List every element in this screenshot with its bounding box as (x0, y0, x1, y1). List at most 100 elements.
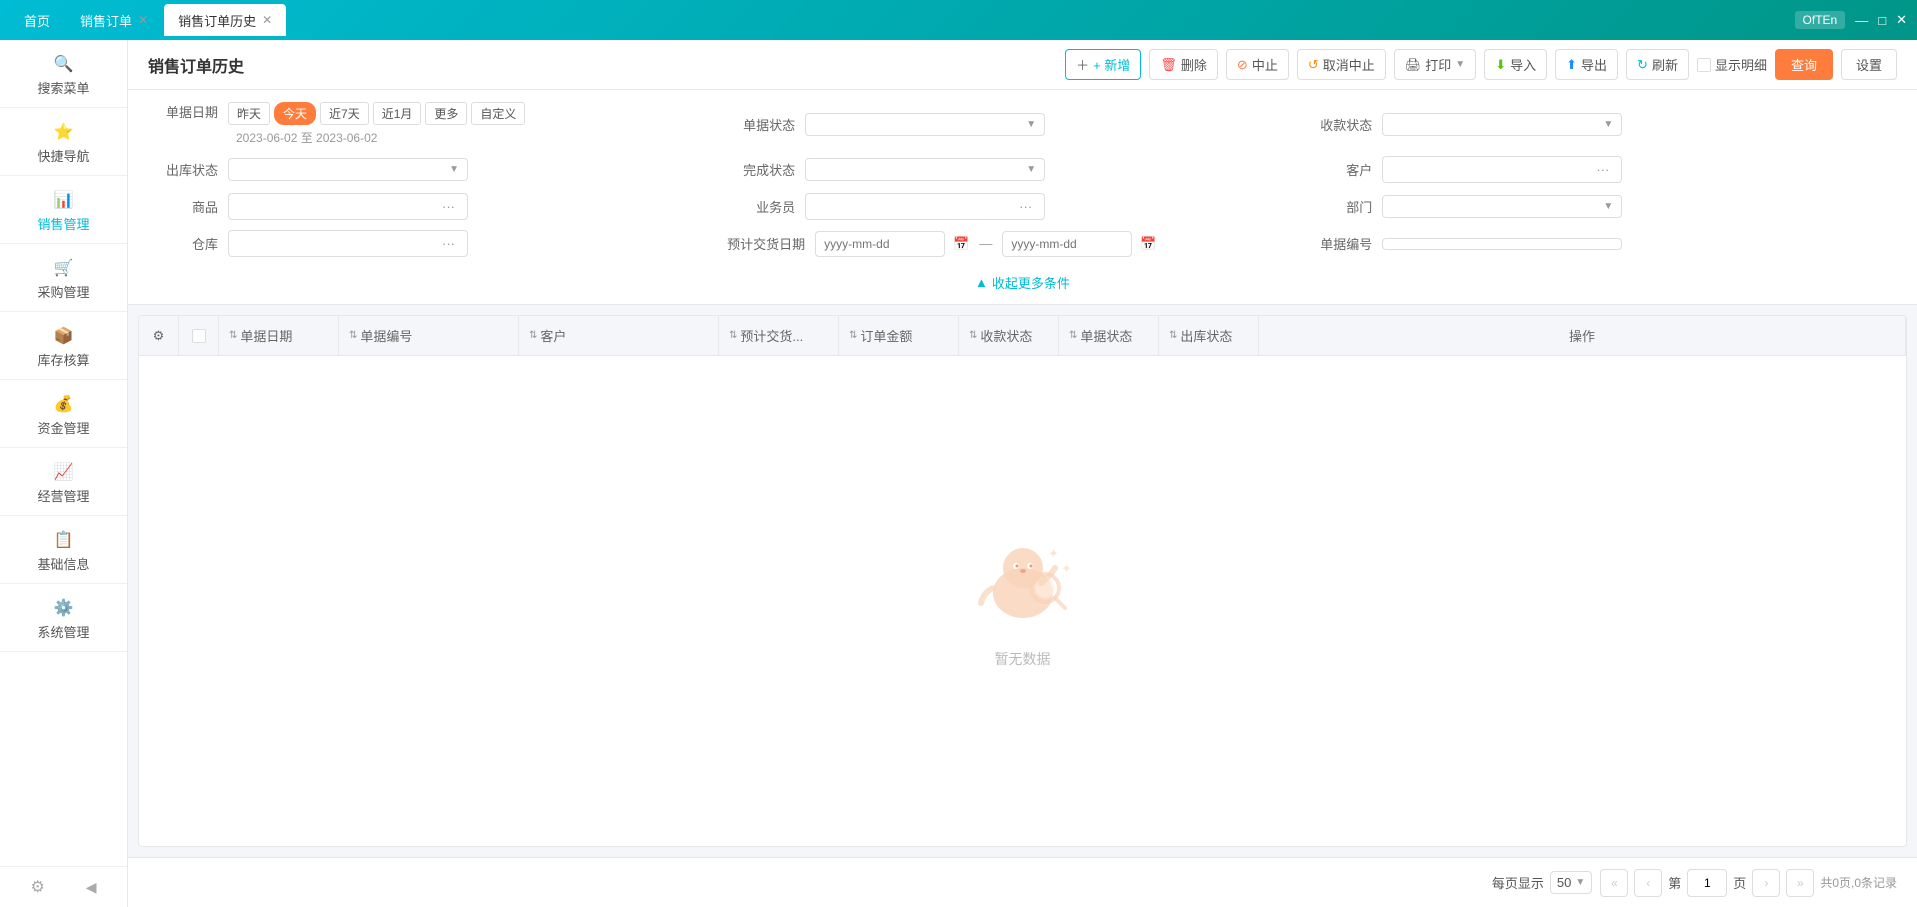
goods-input[interactable]: ··· (228, 193, 468, 220)
import-icon: ⬇ (1495, 57, 1506, 73)
customer-input[interactable]: ··· (1382, 156, 1622, 183)
settings-button[interactable]: 设置 (1841, 49, 1897, 80)
date-btn-today[interactable]: 今天 (274, 102, 316, 125)
sidebar-item-system-mgmt[interactable]: ⚙️ 系统管理 (0, 584, 127, 652)
sidebar-item-quick-nav[interactable]: ⭐ 快捷导航 (0, 108, 127, 176)
cancel-stop-button[interactable]: ↺ 取消中止 (1297, 49, 1386, 80)
page-size-dropdown[interactable]: 50 ▼ (1550, 871, 1592, 894)
goods-ellipsis[interactable]: ··· (438, 199, 459, 214)
sort-icon-date[interactable]: ⇅ (229, 330, 237, 341)
payment-status-select[interactable]: ▼ (1382, 113, 1622, 136)
filter-row-4: 仓库 ··· 预计交货日期 📅 — 📅 (148, 230, 1897, 257)
bill-number-input[interactable] (1382, 238, 1622, 250)
tab-sales-order-history[interactable]: 销售订单历史 ✕ (164, 4, 286, 36)
complete-status-arrow: ▼ (1026, 164, 1036, 175)
stop-button[interactable]: ⊘ 中止 (1226, 49, 1289, 80)
th-delivery: ⇅ 预计交货... (719, 316, 839, 355)
sidebar-item-basic-info[interactable]: 📋 基础信息 (0, 516, 127, 584)
tab-home[interactable]: 首页 (10, 4, 64, 36)
bill-status-select[interactable]: ▼ (805, 113, 1045, 136)
export-label: 导出 (1581, 55, 1607, 74)
salesperson-ellipsis[interactable]: ··· (1015, 199, 1036, 214)
display-details-checkbox-wrap[interactable]: 显示明细 (1697, 55, 1767, 74)
sort-icon-customer[interactable]: ⇅ (529, 330, 537, 341)
window-maximize[interactable]: □ (1878, 13, 1886, 28)
delete-button[interactable]: 🗑 删除 (1149, 49, 1218, 80)
print-button[interactable]: 🖨 打印 ▼ (1394, 49, 1476, 80)
date-btn-yesterday[interactable]: 昨天 (228, 102, 270, 125)
content-area: 销售订单历史 ＋ + 新增 🗑 删除 ⊘ 中止 ↺ 取消中止 (128, 40, 1917, 907)
page-number-input[interactable] (1687, 869, 1727, 897)
cancel-stop-icon: ↺ (1308, 57, 1319, 73)
th-number: ⇅ 单据编号 (339, 316, 519, 355)
sort-icon-number[interactable]: ⇅ (349, 330, 357, 341)
collapse-trigger[interactable]: ▲ 收起更多条件 (148, 267, 1897, 292)
warehouse-ellipsis[interactable]: ··· (438, 236, 459, 251)
delivery-date-start[interactable] (815, 231, 945, 257)
th-action-label: 操作 (1569, 326, 1595, 345)
sidebar-collapse-icon[interactable]: ◀ (86, 879, 97, 896)
sidebar-item-ops-mgmt[interactable]: 📈 经营管理 (0, 448, 127, 516)
th-checkbox[interactable] (179, 316, 219, 355)
window-close[interactable]: ✕ (1896, 12, 1907, 28)
date-btn-more[interactable]: 更多 (425, 102, 467, 125)
delivery-date-label: 预计交货日期 (725, 234, 815, 253)
warehouse-input[interactable]: ··· (228, 230, 468, 257)
delivery-date-range: 📅 — 📅 (815, 231, 1302, 257)
salesperson-filter: 业务员 ··· (725, 193, 1302, 220)
select-all-checkbox[interactable] (192, 329, 206, 343)
next-page-button[interactable]: › (1752, 869, 1780, 897)
page-navigation: « ‹ 第 页 › » 共0页,0条记录 (1600, 869, 1897, 897)
complete-status-filter: 完成状态 ▼ (725, 158, 1302, 181)
tab-sales-order-history-close[interactable]: ✕ (262, 13, 272, 27)
table-settings-icon[interactable]: ⚙ (153, 328, 165, 344)
sort-icon-bill-status[interactable]: ⇅ (1069, 330, 1077, 341)
customer-ellipsis[interactable]: ··· (1592, 162, 1613, 177)
department-filter: 部门 ▼ (1302, 195, 1879, 218)
purchase-mgmt-icon: 🛒 (54, 258, 74, 278)
calendar-icon-end[interactable]: 📅 (1140, 236, 1156, 252)
sidebar-item-search-menu-label: 搜索菜单 (37, 78, 89, 97)
date-range-display: 2023-06-02 至 2023-06-02 (236, 129, 525, 146)
refresh-button[interactable]: ↻ 刷新 (1626, 49, 1689, 80)
sort-icon-amount[interactable]: ⇅ (849, 330, 857, 341)
sidebar-item-search-menu[interactable]: 🔍 搜索菜单 (0, 40, 127, 108)
sidebar-item-sales-mgmt[interactable]: 📊 销售管理 (0, 176, 127, 244)
sort-icon-delivery[interactable]: ⇅ (729, 330, 737, 341)
query-button[interactable]: 查询 (1775, 49, 1833, 80)
sort-icon-warehouse-status[interactable]: ⇅ (1169, 330, 1177, 341)
import-label: 导入 (1510, 55, 1536, 74)
delete-label: 删除 (1181, 55, 1207, 74)
date-btn-last7days[interactable]: 近7天 (320, 102, 369, 125)
warehouse-status-select[interactable]: ▼ (228, 158, 468, 181)
date-btn-custom[interactable]: 自定义 (471, 102, 525, 125)
calendar-icon-start[interactable]: 📅 (953, 236, 969, 252)
often-badge: OfTEn (1795, 11, 1846, 29)
customer-label: 客户 (1302, 160, 1382, 179)
display-details-checkbox[interactable] (1697, 58, 1711, 72)
export-button[interactable]: ⬆ 导出 (1555, 49, 1618, 80)
th-settings[interactable]: ⚙ (139, 316, 179, 355)
sidebar-item-capital-mgmt[interactable]: 💰 资金管理 (0, 380, 127, 448)
complete-status-label: 完成状态 (725, 160, 805, 179)
tab-sales-order-close[interactable]: ✕ (138, 13, 148, 27)
first-page-button[interactable]: « (1600, 869, 1628, 897)
tab-sales-order[interactable]: 销售订单 ✕ (66, 4, 162, 36)
last-page-button[interactable]: » (1786, 869, 1814, 897)
complete-status-select[interactable]: ▼ (805, 158, 1045, 181)
import-button[interactable]: ⬇ 导入 (1484, 49, 1547, 80)
sort-icon-payment[interactable]: ⇅ (969, 330, 977, 341)
warehouse-status-arrow: ▼ (449, 164, 459, 175)
sidebar-item-purchase-mgmt[interactable]: 🛒 采购管理 (0, 244, 127, 312)
sidebar-item-inventory-check[interactable]: 📦 库存核算 (0, 312, 127, 380)
system-mgmt-icon: ⚙️ (54, 598, 74, 618)
sidebar-settings-icon[interactable]: ⚙ (30, 877, 44, 897)
prev-page-button[interactable]: ‹ (1634, 869, 1662, 897)
date-btn-last1month[interactable]: 近1月 (373, 102, 422, 125)
salesperson-input[interactable]: ··· (805, 193, 1045, 220)
date-filter-label: 单据日期 (148, 102, 228, 121)
window-minimize[interactable]: — (1855, 13, 1868, 28)
new-button[interactable]: ＋ + 新增 (1065, 49, 1141, 80)
department-select[interactable]: ▼ (1382, 195, 1622, 218)
delivery-date-end[interactable] (1002, 231, 1132, 257)
